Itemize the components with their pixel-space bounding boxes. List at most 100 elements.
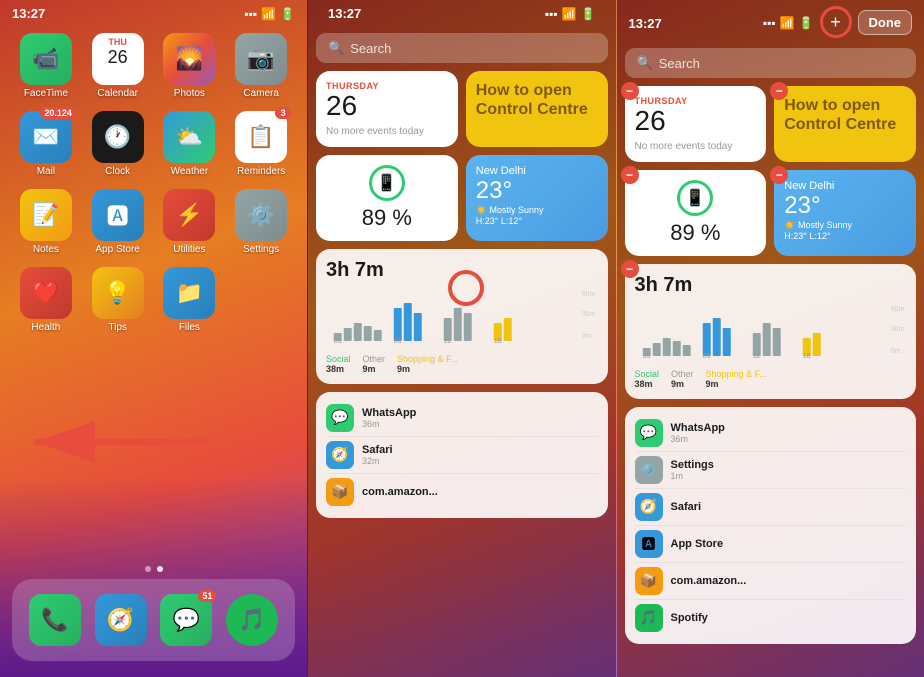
app-mail[interactable]: ✉️ 20.124 Mail (16, 111, 76, 177)
status-icons-middle: ▪▪▪ 📶 🔋 (545, 7, 596, 21)
middle-phone-panel: 13:27 ▪▪▪ 📶 🔋 🔍 Search THURSDAY 26 No mo… (308, 0, 616, 677)
minus-screentime-right[interactable]: − (621, 260, 639, 278)
amazon-icon-m: 📦 (326, 478, 354, 506)
chart-area-r: 60m 30m 0m (635, 303, 907, 363)
app-tips[interactable]: 💡 Tips (88, 267, 148, 333)
status-bar-left: 13:27 ▪▪▪ 📶 🔋 (0, 0, 307, 25)
screentime-cats-r: Social 38m Other 9m Shopping & F... 9m (635, 369, 907, 389)
notes-icon-img: 📝 (20, 189, 72, 241)
app-appstore[interactable]: 🅰 App Store (88, 189, 148, 255)
reminders-icon-img: 📋 3 (235, 111, 287, 163)
red-arrow-annotation (20, 412, 220, 477)
dock-spotify[interactable]: 🎵 (226, 594, 278, 646)
dock-messages[interactable]: 💬 51 (160, 594, 212, 646)
cal-day-num-m: 26 (326, 91, 448, 122)
app-list-item-spotify-r: 🎵 Spotify (635, 600, 907, 636)
note-widget-middle: How to open Control Centre (466, 71, 608, 147)
app-reminders[interactable]: 📋 3 Reminders (231, 111, 291, 177)
wifi-icon-r: 📶 (780, 16, 795, 30)
dock-safari-icon: 🧭 (95, 594, 147, 646)
calendar-widget-middle: THURSDAY 26 No more events today (316, 71, 458, 147)
dock-phone[interactable]: 📞 (29, 594, 81, 646)
weather-widget-right: − New Delhi 23° ☀️ Mostly Sunny H:23° L:… (774, 170, 916, 256)
cal-event-r: No more events today (635, 141, 757, 152)
screentime-widget-middle: 3h 7m 60m 30m 0m (316, 249, 608, 384)
battery-pct-m: 89 % (362, 205, 412, 231)
app-weather[interactable]: ⛅ Weather (160, 111, 220, 177)
clock-icon-img: 🕐 (92, 111, 144, 163)
dock-safari[interactable]: 🧭 (95, 594, 147, 646)
utilities-label: Utilities (173, 244, 205, 255)
svg-text:18: 18 (494, 338, 502, 343)
search-text-right: Search (659, 56, 700, 71)
amazon-icon-r: 📦 (635, 567, 663, 595)
dock: 📞 🧭 💬 51 🎵 (12, 579, 295, 661)
app-facetime[interactable]: 📹 FaceTime (16, 33, 76, 99)
st-cat-shopping-m: Shopping & F... 9m (397, 354, 458, 374)
search-bar-right[interactable]: 🔍 Search (625, 48, 917, 78)
weather-city-m: New Delhi (476, 165, 598, 177)
st-cat-shopping-r: Shopping & F... 9m (706, 369, 767, 389)
svg-text:06: 06 (394, 338, 402, 343)
app-files[interactable]: 📁 Files (160, 267, 220, 333)
widget-row-2-right: − 📱 89 % − New Delhi 23° ☀️ Mostly Sunny… (625, 170, 917, 256)
messages-badge: 51 (198, 590, 216, 602)
app-photos[interactable]: 🌄 Photos (160, 33, 220, 99)
settings-icon-r: ⚙️ (635, 456, 663, 484)
whatsapp-icon-r: 💬 (635, 419, 663, 447)
phone-icon-m: 📱 (377, 173, 397, 193)
whatsapp-icon-m: 💬 (326, 404, 354, 432)
plus-button[interactable]: + (820, 6, 852, 38)
minus-battery-right[interactable]: − (621, 166, 639, 184)
dock-spotify-icon: 🎵 (226, 594, 278, 646)
mail-icon-img: ✉️ 20.124 (20, 111, 72, 163)
minus-cal-right[interactable]: − (621, 82, 639, 100)
utilities-icon-img: ⚡ (163, 189, 215, 241)
app-list-item-settings-r: ⚙️ Settings 1m (635, 452, 907, 489)
battery-widget-right: − 📱 89 % (625, 170, 767, 256)
safari-icon-m: 🧭 (326, 441, 354, 469)
reminders-label: Reminders (237, 166, 285, 177)
svg-text:18: 18 (802, 353, 810, 358)
camera-label: Camera (243, 88, 279, 99)
app-settings[interactable]: ⚙️ Settings (231, 189, 291, 255)
weather-city-r: New Delhi (784, 180, 906, 192)
cal-event-m: No more events today (326, 126, 448, 137)
note-widget-right: − How to open Control Centre (774, 86, 916, 162)
signal-icon: ▪▪▪ (244, 7, 257, 21)
app-health[interactable]: ❤️ Health (16, 267, 76, 333)
files-icon-img: 📁 (163, 267, 215, 319)
done-button[interactable]: Done (858, 10, 913, 35)
files-label: Files (179, 322, 200, 333)
screentime-time-r: 3h 7m (635, 274, 907, 297)
svg-text:12: 12 (752, 353, 760, 358)
screentime-cats-m: Social 38m Other 9m Shopping & F... 9m (326, 354, 598, 374)
app-utilities[interactable]: ⚡ Utilities (160, 189, 220, 255)
battery-circle-m: 📱 (369, 165, 405, 201)
signal-icon-m: ▪▪▪ (545, 7, 558, 21)
weather-label: Weather (171, 166, 209, 177)
calendar-icon-img: THU 26 (92, 33, 144, 85)
app-list-item-amazon-m: 📦 com.amazon... (326, 474, 598, 510)
svg-text:60m: 60m (582, 291, 596, 298)
page-dot-1 (145, 566, 151, 572)
page-dot-2 (157, 566, 163, 572)
note-text-r: How to open Control Centre (784, 96, 906, 134)
facetime-icon-img: 📹 (20, 33, 72, 85)
app-grid: 📹 FaceTime THU 26 Calendar 🌄 Photos 📷 Ca… (0, 25, 307, 341)
right-phone-panel: 13:27 ▪▪▪ 📶 🔋 + Done 🔍 Search − (616, 0, 924, 677)
st-cat-social-r: Social 38m (635, 369, 660, 389)
weather-temp-m: 23° (476, 177, 598, 205)
calendar-label: Calendar (97, 88, 138, 99)
minus-weather-right[interactable]: − (770, 166, 788, 184)
left-phone-panel: 13:27 ▪▪▪ 📶 🔋 📹 FaceTime THU 26 Calendar… (0, 0, 308, 677)
app-clock[interactable]: 🕐 Clock (88, 111, 148, 177)
health-label: Health (31, 322, 60, 333)
signal-icon-r: ▪▪▪ (763, 16, 776, 30)
time-middle: 13:27 (328, 6, 361, 21)
screentime-widget-right: − 3h 7m 60m 30m 0m (625, 264, 917, 399)
app-notes[interactable]: 📝 Notes (16, 189, 76, 255)
search-bar-middle[interactable]: 🔍 Search (316, 33, 608, 63)
app-camera[interactable]: 📷 Camera (231, 33, 291, 99)
app-calendar[interactable]: THU 26 Calendar (88, 33, 148, 99)
